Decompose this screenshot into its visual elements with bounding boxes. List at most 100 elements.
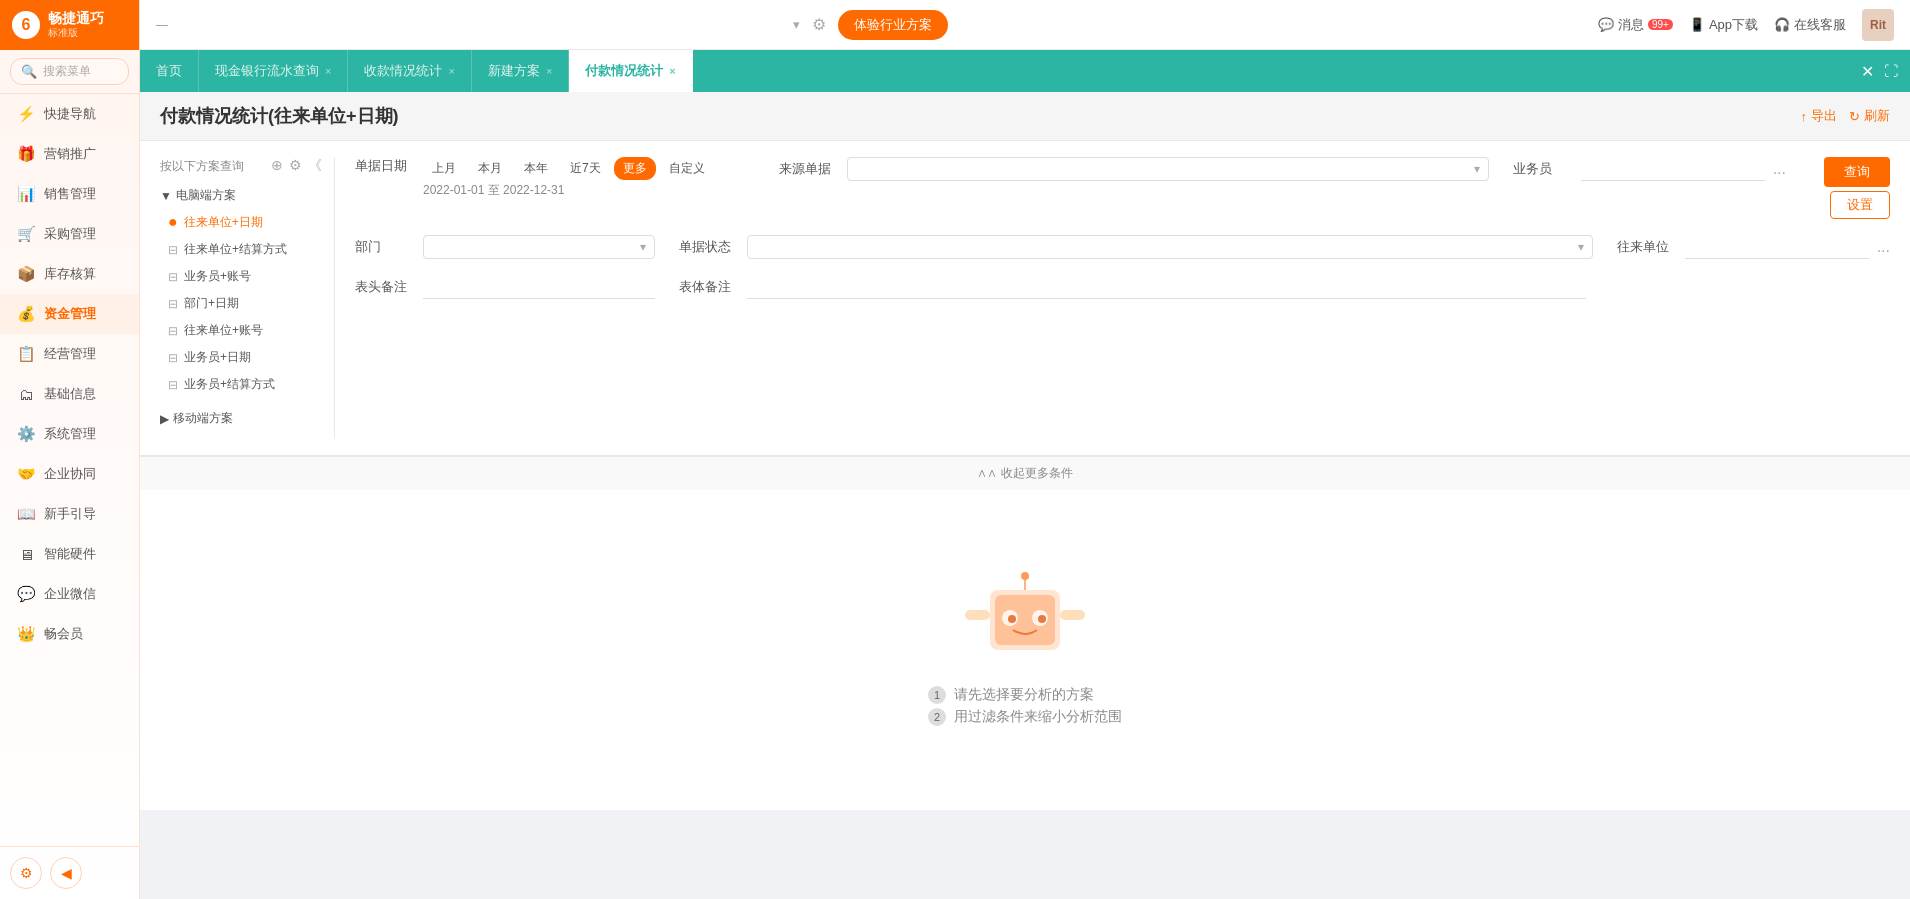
filter-settings-btn[interactable]: 设置 [1830,191,1890,219]
topbar-breadcrumb: — [156,18,781,32]
service-icon: 🎧 [1774,17,1790,32]
trial-btn[interactable]: 体验行业方案 [838,10,948,40]
user-avatar[interactable]: Rit [1862,9,1894,41]
scheme-item-salesman-account[interactable]: ⊟ 业务员+账号 [160,263,322,290]
sidebar-search[interactable]: 🔍 搜索菜单 [0,50,139,94]
table-header-note-input-area[interactable] [423,275,655,299]
search-input-area[interactable]: 🔍 搜索菜单 [10,58,129,85]
sidebar-logo: 6 畅捷通巧 标准版 [0,0,139,50]
tab-payment[interactable]: 付款情况统计 × [569,50,692,92]
table-body-note-input-area[interactable] [747,275,1586,299]
sidebar-item-sales[interactable]: 📊 销售管理 [0,174,139,214]
sidebar-item-vip[interactable]: 👑 畅会员 [0,614,139,654]
scheme-section-mobile: ▶ 移动端方案 [160,406,322,431]
sidebar-item-weixin[interactable]: 💬 企业微信 [0,574,139,614]
bill-status-select[interactable]: ▾ [747,235,1593,259]
sidebar-item-capital[interactable]: 💰 资金管理 [0,294,139,334]
inventory-icon: 📦 [16,264,36,284]
page-title: 付款情况统计(往来单位+日期) [160,104,399,128]
export-btn[interactable]: ↑ 导出 [1801,107,1838,125]
sidebar: 6 畅捷通巧 标准版 🔍 搜索菜单 ⚡ 快捷导航 🎁 营销推广 📊 销售管理 🛒… [0,0,140,899]
sidebar-item-inventory[interactable]: 📦 库存核算 [0,254,139,294]
date-btn-this-month[interactable]: 本月 [469,157,511,180]
topbar-dropdown-icon[interactable]: ▾ [793,17,800,32]
empty-step-1: 1 请先选择要分析的方案 [928,686,1122,704]
sales-icon: 📊 [16,184,36,204]
scheme-collapse-btn[interactable]: 《 [308,157,322,175]
empty-texts: 1 请先选择要分析的方案 2 用过滤条件来缩小分析范围 [928,682,1122,730]
sidebar-item-basic[interactable]: 🗂 基础信息 [0,374,139,414]
tab-close-collection[interactable]: × [448,65,454,77]
sidebar-item-enterprise[interactable]: 🤝 企业协同 [0,454,139,494]
dept-select[interactable]: ▾ [423,235,655,259]
sidebar-item-operations[interactable]: 📋 经营管理 [0,334,139,374]
svg-point-7 [1021,572,1029,580]
tab-close-bank-flow[interactable]: × [325,65,331,77]
refresh-btn[interactable]: ↻ 刷新 [1849,107,1890,125]
scheme-item-partner-settlement[interactable]: ⊟ 往来单位+结算方式 [160,236,322,263]
scheme-settings-btn[interactable]: ⚙ [289,157,302,175]
sidebar-settings-btn[interactable]: ⚙ [10,857,42,889]
basic-icon: 🗂 [16,384,36,404]
date-btn-this-year[interactable]: 本年 [515,157,557,180]
scheme-add-btn[interactable]: ⊕ [271,157,283,175]
sidebar-collapse-btn[interactable]: ◀ [50,857,82,889]
logo-text: 畅捷通巧 标准版 [48,10,104,41]
tab-maximize-icon[interactable]: ⛶ [1884,63,1898,79]
salesman-input[interactable] [1581,157,1765,181]
tab-new-scheme[interactable]: 新建方案 × [472,50,569,92]
sidebar-bottom: ⚙ ◀ [0,846,139,899]
online-service-btn[interactable]: 🎧 在线客服 [1774,16,1846,34]
sidebar-item-guide[interactable]: 📖 新手引导 [0,494,139,534]
date-btn-more[interactable]: 更多 [614,157,656,180]
date-btn-last-month[interactable]: 上月 [423,157,465,180]
chevron-right-icon: ▶ [160,412,169,426]
table-icon-3: ⊟ [168,351,178,365]
tab-close-all-icon[interactable]: ✕ [1861,62,1874,81]
tabbar-controls: ✕ ⛶ [1849,50,1910,92]
collapse-more-btn[interactable]: ∧∧ 收起更多条件 [140,456,1910,490]
scheme-query-label: 按以下方案查询 [160,158,244,175]
date-btn-custom[interactable]: 自定义 [660,157,714,180]
refresh-icon: ↻ [1849,109,1860,124]
sidebar-item-purchase[interactable]: 🛒 采购管理 [0,214,139,254]
search-icon: 🔍 [21,64,37,79]
partner-input[interactable] [1685,235,1869,259]
app-download-btn[interactable]: 📱 App下载 [1689,16,1758,34]
filter-row-1: 单据日期 上月 本月 本年 近7天 更多 自定义 20 [355,157,1890,219]
step-num-1: 1 [928,686,946,704]
tab-close-new-scheme[interactable]: × [546,65,552,77]
main-content: 按以下方案查询 ⊕ ⚙ 《 ▼ 电脑端方案 [140,141,1910,810]
scheme-item-dept-date[interactable]: ⊟ 部门+日期 [160,290,322,317]
date-btn-last-7[interactable]: 近7天 [561,157,610,180]
scheme-item-salesman-settlement[interactable]: ⊟ 业务员+结算方式 [160,371,322,398]
tab-collection[interactable]: 收款情况统计 × [348,50,471,92]
sidebar-item-marketing[interactable]: 🎁 营销推广 [0,134,139,174]
sidebar-item-hardware[interactable]: 🖥 智能硬件 [0,534,139,574]
sidebar-item-system[interactable]: ⚙️ 系统管理 [0,414,139,454]
table-icon-1: ⊟ [168,270,178,284]
query-panel: 按以下方案查询 ⊕ ⚙ 《 ▼ 电脑端方案 [140,141,1910,456]
topbar: — ▾ ⚙ 体验行业方案 💬 消息 99+ 📱 App下载 🎧 在线客服 Rit [140,0,1910,50]
scheme-section-mobile-title[interactable]: ▶ 移动端方案 [160,406,322,431]
tab-home[interactable]: 首页 [140,50,199,92]
step-num-2: 2 [928,708,946,726]
tab-close-payment[interactable]: × [669,65,675,77]
source-select[interactable]: ▾ [847,157,1489,181]
svg-rect-9 [1060,610,1085,620]
query-btn[interactable]: 查询 [1824,157,1890,187]
date-filter-group: 单据日期 上月 本月 本年 近7天 更多 自定义 20 [355,157,755,199]
partner-more-btn[interactable]: ... [1877,238,1890,256]
filter-row-3: 表头备注 表体备注 [355,275,1890,299]
topbar-settings-icon[interactable]: ⚙ [812,15,826,34]
salesman-more-btn[interactable]: ... [1773,160,1786,178]
sidebar-item-quick-nav[interactable]: ⚡ 快捷导航 [0,94,139,134]
scheme-item-partner-date[interactable]: ● 往来单位+日期 [160,208,322,236]
scheme-item-partner-account[interactable]: ⊟ 往来单位+账号 [160,317,322,344]
scheme-section-pc-title[interactable]: ▼ 电脑端方案 [160,183,322,208]
table-header-note-label: 表头备注 [355,278,415,296]
table-icon-2: ⊟ [168,297,178,311]
scheme-item-salesman-date[interactable]: ⊟ 业务员+日期 [160,344,322,371]
message-btn[interactable]: 💬 消息 99+ [1598,16,1673,34]
tab-bank-flow[interactable]: 现金银行流水查询 × [199,50,348,92]
